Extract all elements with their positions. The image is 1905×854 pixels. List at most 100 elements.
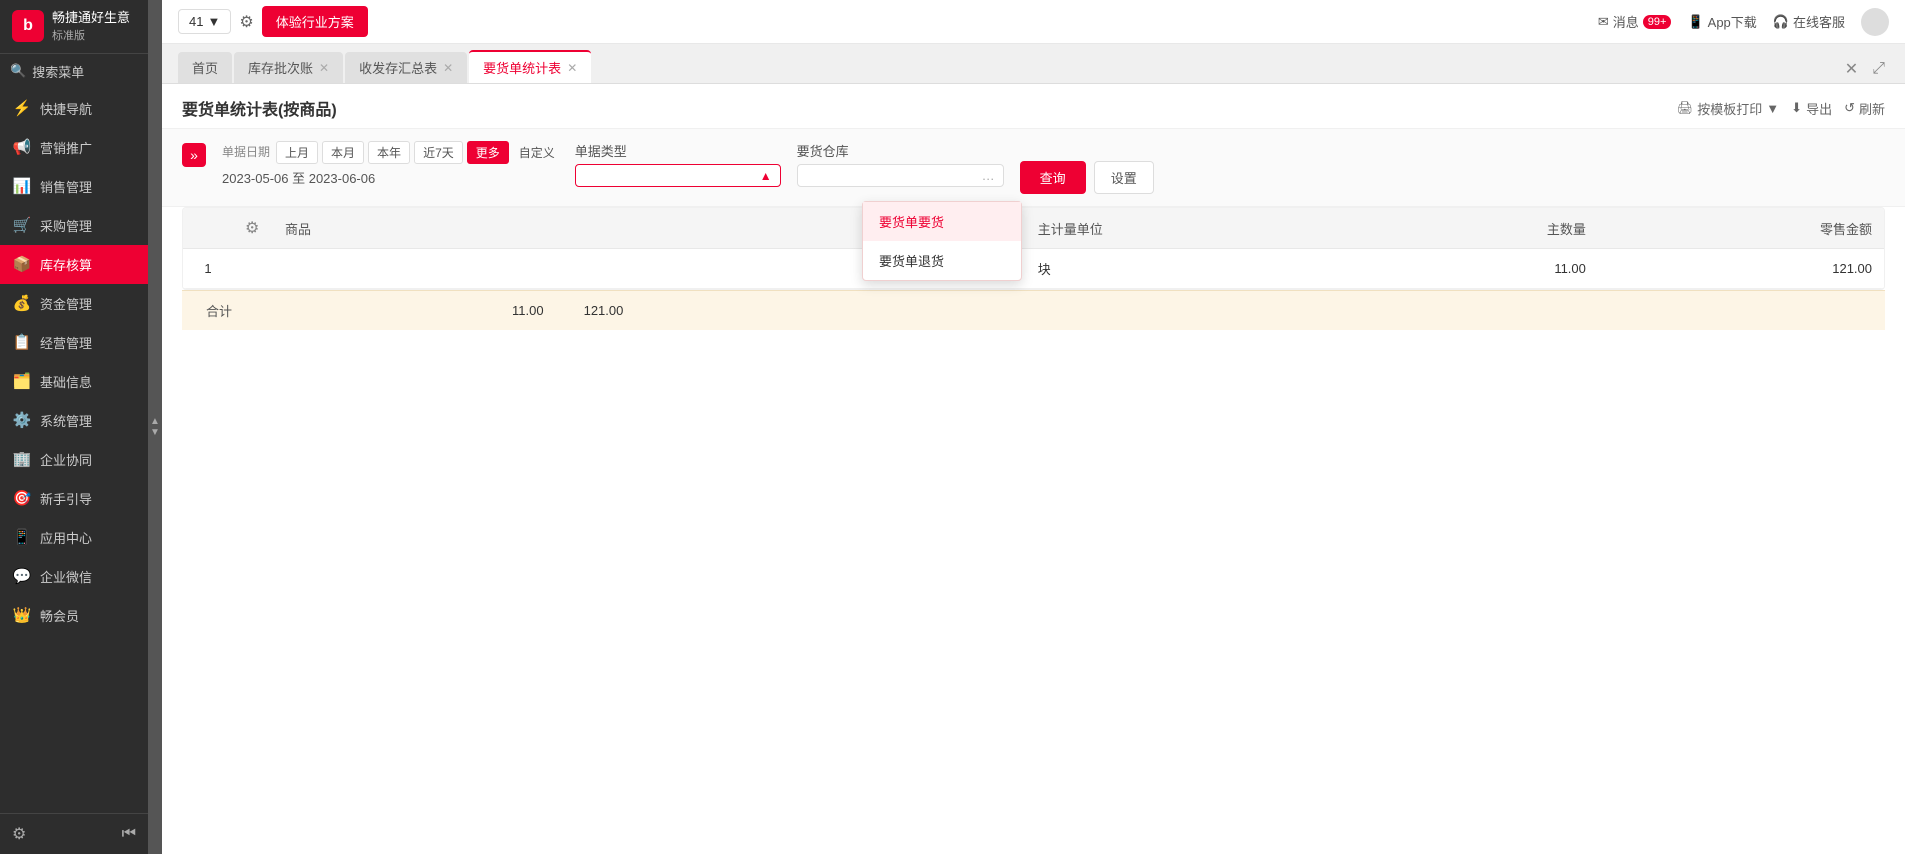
search-menu[interactable]: 🔍 搜索菜单 [0, 54, 148, 89]
sidebar-footer: ⚙ ⏮ [0, 813, 148, 854]
system-icon: ⚙️ [12, 411, 32, 429]
page-title: 要货单统计表(按商品) [182, 96, 337, 120]
sidebar-item-operation[interactable]: 📋 经营管理 [0, 323, 148, 362]
custom-date-btn[interactable]: 自定义 [515, 142, 559, 163]
filter-settings-button[interactable]: 设置 [1094, 161, 1154, 194]
quick-nav-icon: ⚡ [12, 99, 32, 117]
message-badge: 99+ [1643, 15, 1672, 29]
page-content: 要货单统计表(按商品) 🖨 按模板打印 ▼ ⬇ 导出 ↺ 刷新 » [162, 84, 1905, 854]
table-row: 1 块 11.00 121.00 [183, 249, 1884, 289]
type-select-wrapper[interactable]: ▲ [575, 164, 781, 187]
user-avatar[interactable] [1861, 8, 1889, 36]
sidebar-item-finance[interactable]: 💰 资金管理 [0, 284, 148, 323]
tab-close-all-icon[interactable]: ✕ [1841, 55, 1862, 83]
prev-month-btn[interactable]: 上月 [276, 141, 318, 164]
trial-button[interactable]: 体验行业方案 [262, 6, 368, 37]
date-filter-label: 单据日期 [222, 143, 270, 160]
table-header-row: ⚙ 商品 主计量单位 主数量 零售金额 [183, 208, 1884, 249]
app-download-item[interactable]: 📱 App下载 [1687, 12, 1756, 31]
date-range-row: 2023-05-06 至 2023-06-06 [222, 168, 559, 187]
logo-icon: b [12, 10, 44, 42]
warehouse-select-wrapper[interactable]: … [797, 164, 1004, 187]
tabs-actions: ✕ ⤢ [1841, 55, 1889, 83]
purchase-icon: 🛒 [12, 216, 32, 234]
sidebar-item-purchase[interactable]: 🛒 采购管理 [0, 206, 148, 245]
sidebar-item-basic-info[interactable]: 🗂️ 基础信息 [0, 362, 148, 401]
sidebar-item-inventory[interactable]: 📦 库存核算 [0, 245, 148, 284]
dropdown-option-return[interactable]: 要货单退货 [863, 241, 1021, 280]
page-actions: 🖨 按模板打印 ▼ ⬇ 导出 ↺ 刷新 [1677, 99, 1885, 118]
recent7-btn[interactable]: 近7天 [414, 141, 463, 164]
filter-bar: » 单据日期 上月 本月 本年 近7天 更多 自定义 2023-05-06 至 … [162, 129, 1905, 207]
guide-icon: 🎯 [12, 489, 32, 507]
store-selector[interactable]: 41 ▼ [178, 9, 231, 34]
warehouse-filter-label: 要货仓库 [797, 141, 1004, 160]
more-dates-btn[interactable]: 更多 [467, 141, 509, 164]
topbar-settings-icon[interactable]: ⚙ [239, 12, 253, 32]
sidebar-item-system[interactable]: ⚙️ 系统管理 [0, 401, 148, 440]
date-range-display: 2023-05-06 至 2023-06-06 [222, 168, 375, 187]
sidebar-item-app-center[interactable]: 📱 应用中心 [0, 518, 148, 557]
tab-order-stats[interactable]: 要货单统计表 ✕ [469, 50, 591, 83]
scroll-arrow-icon: ▲▼ [150, 416, 160, 438]
sidebar-item-enterprise[interactable]: 🏢 企业协同 [0, 440, 148, 479]
query-button[interactable]: 查询 [1020, 161, 1086, 194]
tab-expand-icon[interactable]: ⤢ [1868, 56, 1889, 82]
operation-icon: 📋 [12, 333, 32, 351]
warehouse-select-input[interactable] [806, 168, 982, 183]
column-settings-icon[interactable]: ⚙ [245, 220, 259, 237]
this-year-btn[interactable]: 本年 [368, 141, 410, 164]
print-icon: 🖨 [1677, 100, 1694, 116]
print-dropdown-icon: ▼ [1766, 101, 1779, 116]
collapse-sidebar-icon[interactable]: ⏮ [122, 825, 136, 843]
filter-actions: 查询 设置 [1020, 161, 1154, 194]
data-table-container: ⚙ 商品 主计量单位 主数量 零售金额 1 [182, 207, 1885, 290]
enterprise-icon: 🏢 [12, 450, 32, 468]
col-index [183, 208, 233, 249]
sales-icon: 📊 [12, 177, 32, 195]
sidebar-item-sales[interactable]: 📊 销售管理 [0, 167, 148, 206]
tab-batch-account[interactable]: 库存批次账 ✕ [234, 52, 343, 83]
col-unit: 主计量单位 [1026, 208, 1361, 249]
sidebar-item-quick-nav[interactable]: ⚡ 快捷导航 [0, 89, 148, 128]
basic-info-icon: 🗂️ [12, 372, 32, 390]
settings-footer-icon[interactable]: ⚙ [12, 824, 26, 844]
cell-amount: 121.00 [1598, 249, 1884, 289]
tab-close-order[interactable]: ✕ [567, 61, 577, 75]
export-button[interactable]: ⬇ 导出 [1791, 99, 1832, 118]
sidebar-item-marketing[interactable]: 📢 营销推广 [0, 128, 148, 167]
cell-index: 1 [183, 249, 233, 289]
warehouse-more-icon[interactable]: … [982, 168, 995, 183]
topbar-right: ✉ 消息 99+ 📱 App下载 🎧 在线客服 [1598, 8, 1889, 36]
tab-collect-summary[interactable]: 收发存汇总表 ✕ [345, 52, 467, 83]
date-filter-group: 单据日期 上月 本月 本年 近7天 更多 自定义 2023-05-06 至 20… [222, 141, 559, 187]
main-content: 41 ▼ ⚙ 体验行业方案 ✉ 消息 99+ 📱 App下载 🎧 在线客服 [162, 0, 1905, 854]
type-select-arrow-icon[interactable]: ▲ [760, 169, 772, 183]
filter-toggle-btn[interactable]: » [182, 143, 206, 167]
dropdown-option-order[interactable]: 要货单要货 [863, 202, 1021, 241]
refresh-button[interactable]: ↺ 刷新 [1844, 99, 1885, 118]
refresh-icon: ↺ [1844, 100, 1855, 116]
col-amount: 零售金额 [1598, 208, 1884, 249]
service-icon: 🎧 [1773, 14, 1789, 30]
sidebar-item-wechat[interactable]: 💬 企业微信 [0, 557, 148, 596]
this-month-btn[interactable]: 本月 [322, 141, 364, 164]
sidebar-item-vip[interactable]: 👑 畅会员 [0, 596, 148, 635]
type-select-input[interactable] [584, 168, 760, 183]
online-service-item[interactable]: 🎧 在线客服 [1773, 12, 1845, 31]
sidebar-nav: ⚡ 快捷导航 📢 营销推广 📊 销售管理 🛒 采购管理 📦 库存核算 💰 资金管… [0, 89, 148, 813]
app-logo: b 畅捷通好生意 标准版 [0, 0, 148, 54]
topbar: 41 ▼ ⚙ 体验行业方案 ✉ 消息 99+ 📱 App下载 🎧 在线客服 [162, 0, 1905, 44]
footer-amount: 121.00 [584, 303, 624, 318]
export-icon: ⬇ [1791, 100, 1802, 116]
tab-close-collect[interactable]: ✕ [443, 61, 453, 75]
sidebar-scroll[interactable]: ▲▼ [148, 0, 162, 854]
marketing-icon: 📢 [12, 138, 32, 156]
tab-home[interactable]: 首页 [178, 52, 232, 83]
search-icon: 🔍 [10, 63, 26, 79]
tab-close-batch[interactable]: ✕ [319, 61, 329, 75]
col-quantity: 主数量 [1361, 208, 1598, 249]
message-item[interactable]: ✉ 消息 99+ [1598, 12, 1672, 31]
print-button[interactable]: 🖨 按模板打印 ▼ [1677, 99, 1779, 118]
sidebar-item-guide[interactable]: 🎯 新手引导 [0, 479, 148, 518]
